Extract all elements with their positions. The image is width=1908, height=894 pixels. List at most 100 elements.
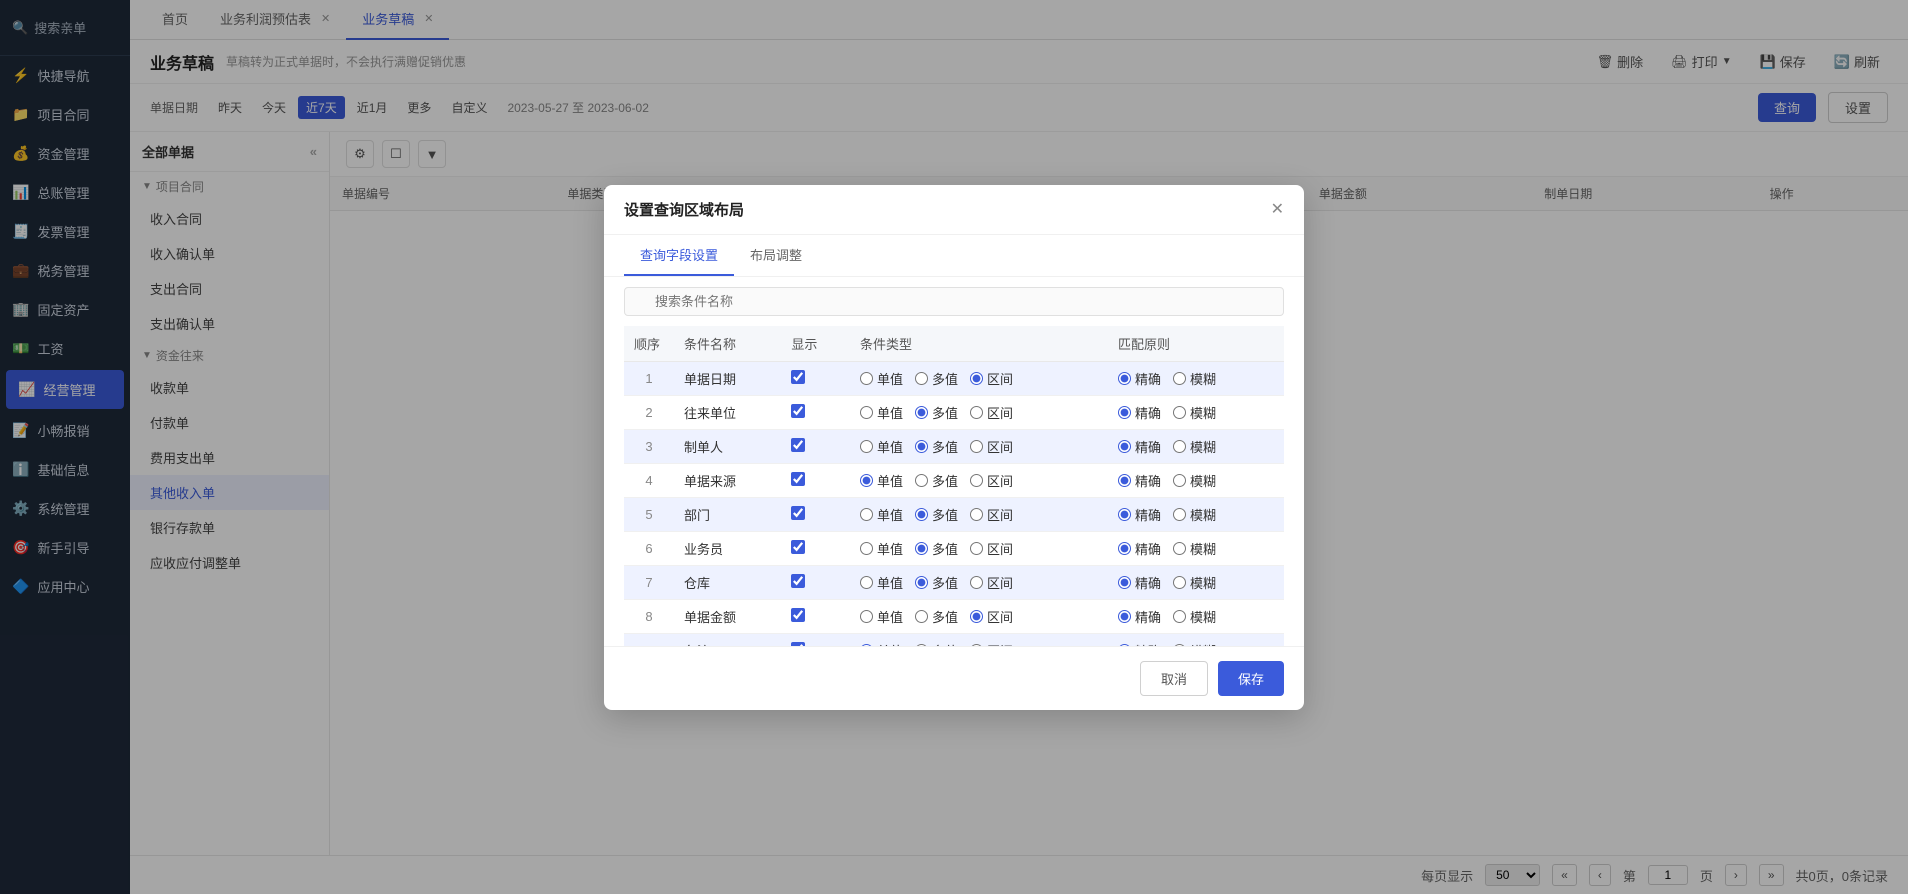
row-type[interactable]: 单值多值区间 bbox=[850, 361, 1108, 395]
row-match[interactable]: 精确模糊 bbox=[1108, 361, 1284, 395]
row-type[interactable]: 单值多值区间 bbox=[850, 497, 1108, 531]
display-checkbox[interactable] bbox=[791, 608, 805, 622]
display-checkbox[interactable] bbox=[791, 472, 805, 486]
row-order: 1 bbox=[624, 361, 674, 395]
type-option-多值[interactable]: 多值 bbox=[915, 607, 958, 626]
match-option-精确[interactable]: 精确 bbox=[1118, 539, 1161, 558]
row-order: 6 bbox=[624, 531, 674, 565]
type-option-区间[interactable]: 区间 bbox=[970, 539, 1013, 558]
row-match[interactable]: 精确模糊 bbox=[1108, 463, 1284, 497]
row-type[interactable]: 单值多值区间 bbox=[850, 599, 1108, 633]
row-type[interactable]: 单值多值区间 bbox=[850, 395, 1108, 429]
row-order: 5 bbox=[624, 497, 674, 531]
settings-col-条件类型: 条件类型 bbox=[850, 326, 1108, 362]
row-type[interactable]: 单值多值区间 bbox=[850, 429, 1108, 463]
row-name: 单据来源 bbox=[674, 463, 781, 497]
type-option-多值[interactable]: 多值 bbox=[915, 403, 958, 422]
dialog-tab-布局调整[interactable]: 布局调整 bbox=[734, 235, 818, 276]
type-option-单值[interactable]: 单值 bbox=[860, 369, 903, 388]
cancel-button[interactable]: 取消 bbox=[1140, 661, 1208, 696]
display-checkbox[interactable] bbox=[791, 540, 805, 554]
row-match[interactable]: 精确模糊 bbox=[1108, 531, 1284, 565]
type-option-单值[interactable]: 单值 bbox=[860, 539, 903, 558]
type-option-单值[interactable]: 单值 bbox=[860, 573, 903, 592]
match-option-模糊[interactable]: 模糊 bbox=[1173, 471, 1216, 490]
settings-table-row: 8单据金额单值多值区间精确模糊 bbox=[624, 599, 1284, 633]
match-option-模糊[interactable]: 模糊 bbox=[1173, 573, 1216, 592]
type-option-区间[interactable]: 区间 bbox=[970, 607, 1013, 626]
type-option-区间[interactable]: 区间 bbox=[970, 573, 1013, 592]
row-match[interactable]: 精确模糊 bbox=[1108, 497, 1284, 531]
dialog-overlay: 设置查询区域布局 ✕ 查询字段设置布局调整 🔍 顺序条件名称显示条件类型匹配原则… bbox=[0, 0, 1908, 894]
type-option-多值[interactable]: 多值 bbox=[915, 505, 958, 524]
match-option-模糊[interactable]: 模糊 bbox=[1173, 539, 1216, 558]
match-option-精确[interactable]: 精确 bbox=[1118, 607, 1161, 626]
row-match[interactable]: 精确模糊 bbox=[1108, 599, 1284, 633]
dialog-tab-查询字段设置[interactable]: 查询字段设置 bbox=[624, 235, 734, 276]
type-option-多值[interactable]: 多值 bbox=[915, 437, 958, 456]
row-display[interactable] bbox=[781, 463, 850, 497]
type-option-多值[interactable]: 多值 bbox=[915, 471, 958, 490]
row-display[interactable] bbox=[781, 395, 850, 429]
match-option-模糊[interactable]: 模糊 bbox=[1173, 369, 1216, 388]
type-option-区间[interactable]: 区间 bbox=[970, 505, 1013, 524]
row-match[interactable]: 精确模糊 bbox=[1108, 565, 1284, 599]
row-match[interactable]: 精确模糊 bbox=[1108, 429, 1284, 463]
dialog-tabs: 查询字段设置布局调整 bbox=[604, 235, 1304, 277]
row-display[interactable] bbox=[781, 565, 850, 599]
settings-table-row: 6业务员单值多值区间精确模糊 bbox=[624, 531, 1284, 565]
dialog-close-button[interactable]: ✕ bbox=[1271, 199, 1284, 219]
type-option-单值[interactable]: 单值 bbox=[860, 437, 903, 456]
row-display[interactable] bbox=[781, 429, 850, 463]
type-option-单值[interactable]: 单值 bbox=[860, 403, 903, 422]
match-option-精确[interactable]: 精确 bbox=[1118, 471, 1161, 490]
match-option-模糊[interactable]: 模糊 bbox=[1173, 505, 1216, 524]
match-option-模糊[interactable]: 模糊 bbox=[1173, 607, 1216, 626]
row-type[interactable]: 单值多值区间 bbox=[850, 633, 1108, 646]
settings-col-顺序: 顺序 bbox=[624, 326, 674, 362]
row-type[interactable]: 单值多值区间 bbox=[850, 565, 1108, 599]
dialog-title: 设置查询区域布局 bbox=[624, 199, 744, 220]
settings-col-匹配原则: 匹配原则 bbox=[1108, 326, 1284, 362]
display-checkbox[interactable] bbox=[791, 404, 805, 418]
type-option-多值[interactable]: 多值 bbox=[915, 369, 958, 388]
row-match[interactable]: 精确模糊 bbox=[1108, 395, 1284, 429]
search-wrapper: 🔍 bbox=[624, 287, 1284, 316]
settings-table: 顺序条件名称显示条件类型匹配原则 1单据日期单值多值区间精确模糊2往来单位单值多… bbox=[624, 326, 1284, 646]
type-option-单值[interactable]: 单值 bbox=[860, 505, 903, 524]
row-display[interactable] bbox=[781, 633, 850, 646]
match-option-精确[interactable]: 精确 bbox=[1118, 573, 1161, 592]
row-display[interactable] bbox=[781, 361, 850, 395]
type-option-多值[interactable]: 多值 bbox=[915, 573, 958, 592]
row-display[interactable] bbox=[781, 497, 850, 531]
row-name: 往来单位 bbox=[674, 395, 781, 429]
display-checkbox[interactable] bbox=[791, 506, 805, 520]
display-checkbox[interactable] bbox=[791, 438, 805, 452]
row-order: 2 bbox=[624, 395, 674, 429]
settings-col-显示: 显示 bbox=[781, 326, 850, 362]
type-option-单值[interactable]: 单值 bbox=[860, 607, 903, 626]
type-option-区间[interactable]: 区间 bbox=[970, 437, 1013, 456]
match-option-精确[interactable]: 精确 bbox=[1118, 369, 1161, 388]
type-option-多值[interactable]: 多值 bbox=[915, 539, 958, 558]
save-button[interactable]: 保存 bbox=[1218, 661, 1284, 696]
match-option-精确[interactable]: 精确 bbox=[1118, 403, 1161, 422]
display-checkbox[interactable] bbox=[791, 574, 805, 588]
display-checkbox[interactable] bbox=[791, 370, 805, 384]
row-display[interactable] bbox=[781, 599, 850, 633]
match-option-模糊[interactable]: 模糊 bbox=[1173, 437, 1216, 456]
row-type[interactable]: 单值多值区间 bbox=[850, 463, 1108, 497]
dialog-search: 🔍 bbox=[604, 277, 1304, 326]
type-option-单值[interactable]: 单值 bbox=[860, 471, 903, 490]
row-name: 业务员 bbox=[674, 531, 781, 565]
match-option-模糊[interactable]: 模糊 bbox=[1173, 403, 1216, 422]
row-display[interactable] bbox=[781, 531, 850, 565]
match-option-精确[interactable]: 精确 bbox=[1118, 437, 1161, 456]
type-option-区间[interactable]: 区间 bbox=[970, 471, 1013, 490]
row-type[interactable]: 单值多值区间 bbox=[850, 531, 1108, 565]
type-option-区间[interactable]: 区间 bbox=[970, 403, 1013, 422]
search-input[interactable] bbox=[624, 287, 1284, 316]
match-option-精确[interactable]: 精确 bbox=[1118, 505, 1161, 524]
type-option-区间[interactable]: 区间 bbox=[970, 369, 1013, 388]
row-match[interactable]: 精确模糊 bbox=[1108, 633, 1284, 646]
